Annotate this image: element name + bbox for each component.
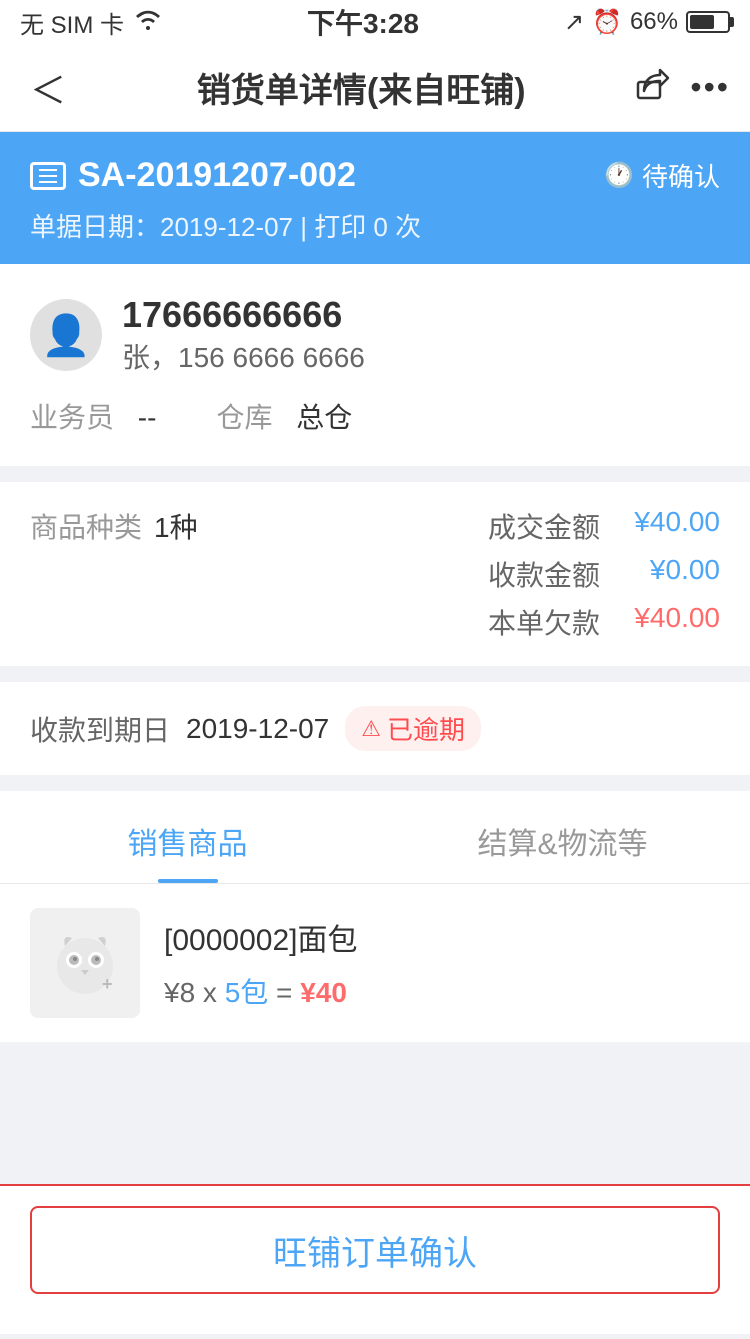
order-meta: 单据日期：2019-12-07 | 打印 0 次 (30, 207, 720, 244)
carrier-text: 无 SIM 卡 (20, 5, 124, 40)
wifi-icon (134, 8, 162, 37)
order-id-text: SA-20191207-002 (78, 156, 356, 195)
owing-row: 本单欠款 ¥40.00 (488, 602, 720, 642)
customer-name: 张，156 6666 6666 (122, 336, 365, 376)
product-type-value: 1种 (154, 506, 198, 546)
transaction-row: 成交金额 ¥40.00 (488, 506, 720, 546)
transaction-value: ¥40.00 (620, 506, 720, 546)
order-status: 🕐 待确认 (604, 157, 720, 194)
salesperson-label: 业务员 (30, 402, 114, 433)
payment-value: ¥0.00 (620, 554, 720, 594)
share-button[interactable] (636, 66, 670, 109)
customer-section: 👤 17666666666 张，156 6666 6666 业务员 -- 仓库 … (0, 264, 750, 466)
warehouse-item: 仓库 总仓 (216, 396, 352, 436)
svg-text:+: + (102, 974, 113, 994)
product-type-label: 商品种类 (30, 506, 142, 546)
tabs: 销售商品 结算&物流等 (0, 791, 750, 884)
due-date-label: 收款到期日 (30, 709, 170, 749)
tab-settlement-label: 结算&物流等 (477, 828, 647, 861)
product-total: ¥40 (300, 977, 347, 1008)
payment-row: 收款金额 ¥0.00 (488, 554, 720, 594)
payment-label: 收款金额 (488, 554, 600, 594)
status-bar-right: ↗ ⏰ 66% (564, 8, 730, 37)
warehouse-label: 仓库 (216, 402, 272, 433)
customer-details: 业务员 -- 仓库 总仓 (30, 396, 720, 436)
product-thumbnail: + (30, 908, 140, 1018)
product-name: [0000002]面包 (164, 915, 720, 959)
battery-icon (686, 11, 730, 33)
warehouse-value: 总仓 (296, 402, 352, 433)
owing-value: ¥40.00 (620, 602, 720, 642)
transaction-label: 成交金额 (488, 506, 600, 546)
location-icon: ↗ (564, 8, 584, 37)
customer-phone: 17666666666 (122, 294, 365, 336)
amounts-info: 成交金额 ¥40.00 收款金额 ¥0.00 本单欠款 ¥40.00 (488, 506, 720, 642)
salesperson-item: 业务员 -- (30, 396, 156, 436)
order-doc-icon (30, 162, 66, 190)
avatar: 👤 (30, 299, 102, 371)
overdue-dot-icon: ⚠ (361, 716, 381, 742)
product-quantity: 5包 (225, 977, 269, 1008)
status-bar-left: 无 SIM 卡 (20, 5, 162, 40)
summary-section: 商品种类 1种 成交金额 ¥40.00 收款金额 ¥0.00 本单欠款 ¥40.… (0, 482, 750, 666)
product-type-info: 商品种类 1种 (30, 506, 198, 546)
customer-row: 👤 17666666666 张，156 6666 6666 (30, 294, 720, 376)
salesperson-value: -- (138, 402, 157, 433)
status-bar-time: 下午3:28 (307, 2, 419, 42)
overdue-badge: ⚠ 已逾期 (345, 706, 481, 751)
confirm-order-button[interactable]: 旺铺订单确认 (30, 1206, 720, 1294)
tab-settlement[interactable]: 结算&物流等 (375, 791, 750, 883)
order-header-top: SA-20191207-002 🕐 待确认 (30, 156, 720, 195)
tab-products[interactable]: 销售商品 (0, 791, 375, 883)
battery-text: 66% (630, 8, 678, 36)
status-bar: 无 SIM 卡 下午3:28 ↗ ⏰ 66% (0, 0, 750, 44)
due-date-section: 收款到期日 2019-12-07 ⚠ 已逾期 (0, 682, 750, 775)
order-status-text: 待确认 (642, 157, 720, 194)
bottom-bar: 旺铺订单确认 (0, 1184, 750, 1334)
overdue-text: 已逾期 (387, 710, 465, 747)
product-price: ¥8 x 5包 = ¥40 (164, 971, 720, 1011)
product-info: [0000002]面包 ¥8 x 5包 = ¥40 (164, 915, 720, 1011)
page-title: 销货单详情(来自旺铺) (86, 63, 636, 112)
product-thumb-owl-icon: + (50, 928, 120, 998)
order-header: SA-20191207-002 🕐 待确认 单据日期：2019-12-07 | … (0, 132, 750, 264)
back-button[interactable]: ＜ (20, 52, 76, 124)
order-id: SA-20191207-002 (30, 156, 356, 195)
nav-bar: ＜ 销货单详情(来自旺铺) ••• (0, 44, 750, 132)
table-row: + [0000002]面包 ¥8 x 5包 = ¥40 (0, 884, 750, 1043)
clock-icon: 🕐 (604, 161, 634, 190)
owing-label: 本单欠款 (488, 602, 600, 642)
confirm-order-label: 旺铺订单确认 (273, 1226, 477, 1275)
customer-info: 17666666666 张，156 6666 6666 (122, 294, 365, 376)
product-list: + [0000002]面包 ¥8 x 5包 = ¥40 (0, 884, 750, 1043)
more-button[interactable]: ••• (690, 69, 730, 106)
nav-right-actions: ••• (636, 66, 730, 109)
alarm-icon: ⏰ (592, 8, 622, 37)
summary-row: 商品种类 1种 成交金额 ¥40.00 收款金额 ¥0.00 本单欠款 ¥40.… (30, 506, 720, 642)
due-date-value: 2019-12-07 (186, 713, 329, 745)
avatar-icon: 👤 (41, 312, 91, 359)
tab-products-label: 销售商品 (128, 828, 248, 861)
